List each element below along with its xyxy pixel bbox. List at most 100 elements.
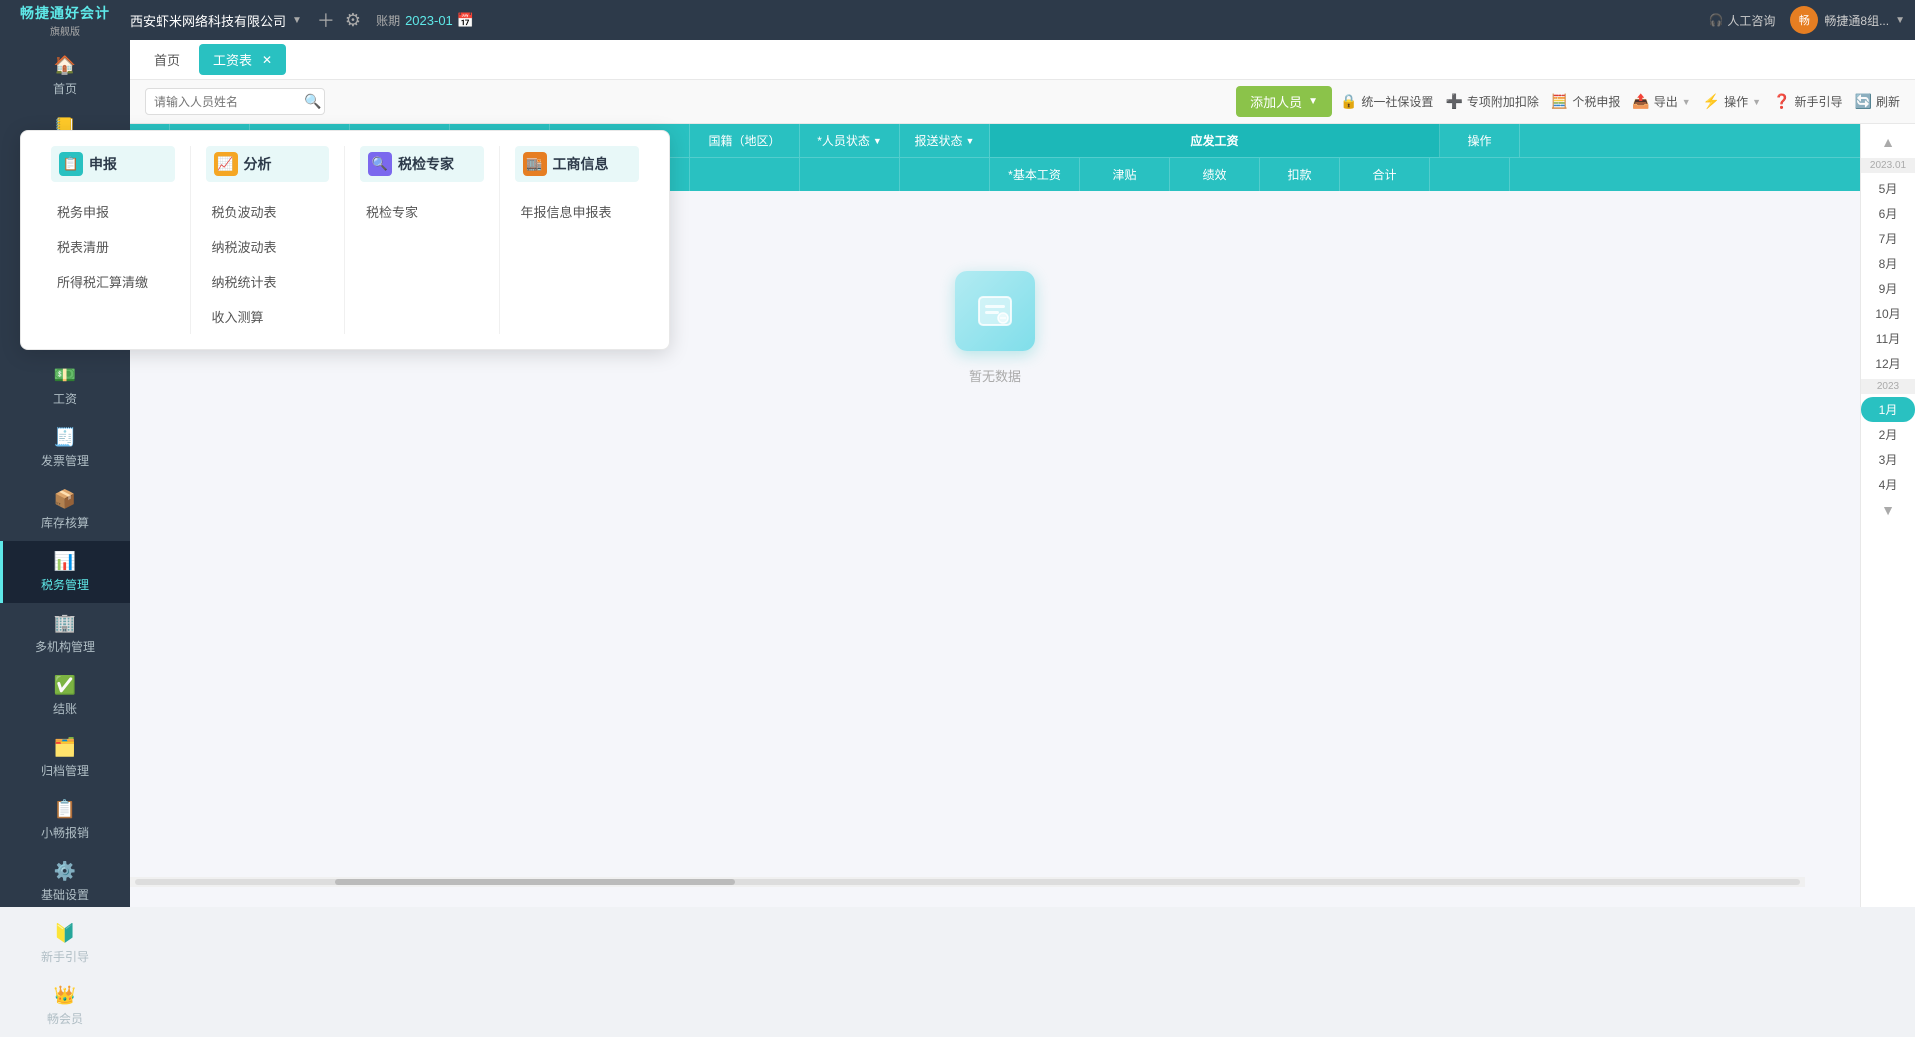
calendar-icon[interactable]: 📅 <box>457 12 474 29</box>
th2-subsidy: 津贴 <box>1080 158 1170 191</box>
dropdown-col-icon-business-info: 🏬 <box>523 152 547 176</box>
year-label-2023[interactable]: 2023.01 <box>1861 158 1915 173</box>
dropdown-item-tax-table[interactable]: 税表清册 <box>51 229 175 264</box>
tab-label-home-tab: 首页 <box>154 50 180 69</box>
toolbar-arrow-operate: ▼ <box>1752 97 1761 107</box>
year-panel-month-11月[interactable]: 11月 <box>1861 326 1915 351</box>
year-label-2023-group[interactable]: 2023 <box>1861 379 1915 394</box>
year-panel-month-12月[interactable]: 12月 <box>1861 351 1915 376</box>
year-panel-month-2023-4月[interactable]: 4月 <box>1861 472 1915 497</box>
toolbar-btn-guide[interactable]: ❓新手引导 <box>1773 93 1842 110</box>
toolbar-arrow-export: ▼ <box>1682 97 1691 107</box>
th-send-status: 报送状态 ▼ <box>900 124 990 157</box>
year-panel-month-10月[interactable]: 10月 <box>1861 301 1915 326</box>
toolbar-icon-special-deduction: ➕ <box>1445 93 1462 110</box>
sidebar-item-guide[interactable]: 🔰新手引导 <box>0 913 130 975</box>
sidebar-label-multi-org: 多机构管理 <box>35 638 95 655</box>
dropdown-item-tax-fluctuation[interactable]: 税负波动表 <box>206 194 330 229</box>
search-wrapper[interactable]: 🔍 <box>145 88 325 115</box>
top-bar-quick-actions: ＋ ⚙ <box>317 7 361 33</box>
th2-operate <box>1430 158 1510 191</box>
sidebar-item-home[interactable]: 🏠首页 <box>0 45 130 107</box>
dropdown-item-tax-declaration[interactable]: 税务申报 <box>51 194 175 229</box>
sidebar-item-wages[interactable]: 💵工资 <box>0 355 130 417</box>
toolbar-btn-refresh[interactable]: 🔄刷新 <box>1855 93 1900 110</box>
chevron-down-icon: ▼ <box>292 15 302 26</box>
th2-performance: 绩效 <box>1170 158 1260 191</box>
app-subtitle: 旗舰版 <box>50 23 80 38</box>
sidebar-label-member: 畅会员 <box>47 1010 83 1027</box>
period-label: 账期 <box>376 12 400 29</box>
year-panel-month-6月[interactable]: 6月 <box>1861 201 1915 226</box>
dropdown-item-annual-report[interactable]: 年报信息申报表 <box>515 194 640 229</box>
add-person-button[interactable]: 添加人员 ▼ <box>1236 86 1332 117</box>
th2-nation <box>690 158 800 191</box>
empty-icon <box>955 271 1035 351</box>
year-panel-month-2023-1月[interactable]: 1月 <box>1861 397 1915 422</box>
search-input[interactable] <box>154 95 304 109</box>
year-panel-down-arrow[interactable]: ▼ <box>1876 497 1900 523</box>
sidebar-item-close-period[interactable]: ✅结账 <box>0 665 130 727</box>
toolbar-actions: 🔒统一社保设置 ➕ 专项附加扣除 🧮个税申报 📤导出▼ ⚡操作▼ ❓新手引导 🔄刷新 <box>1340 93 1900 110</box>
toolbar-btn-personal-tax[interactable]: 🧮个税申报 <box>1551 93 1620 110</box>
sidebar-icon-tax: 📊 <box>54 551 76 572</box>
filter-icon: ▼ <box>873 136 882 146</box>
toolbar-icon-export: 📤 <box>1632 93 1649 110</box>
toolbar-btn-export[interactable]: 📤导出▼ <box>1632 93 1690 110</box>
sidebar-item-member[interactable]: 👑畅会员 <box>0 975 130 1037</box>
sidebar-item-inventory[interactable]: 📦库存核算 <box>0 479 130 541</box>
year-panel-month-5月[interactable]: 5月 <box>1861 176 1915 201</box>
add-icon[interactable]: ＋ <box>317 7 335 33</box>
dropdown-col-analysis: 📈 分析 税负波动表纳税波动表纳税统计表收入测算 <box>191 146 346 334</box>
toolbar-btn-social-security[interactable]: 🔒统一社保设置 <box>1340 93 1433 110</box>
year-panel-up-arrow[interactable]: ▲ <box>1876 129 1900 155</box>
tab-bar: 首页工资表✕ <box>130 40 1915 80</box>
dropdown-item-income-tax-calc[interactable]: 所得税汇算清缴 <box>51 264 175 299</box>
dropdown-col-label-tax-expert: 税检专家 <box>398 154 454 174</box>
sidebar-item-basic-settings[interactable]: ⚙️基础设置 <box>0 851 130 913</box>
year-panel-month-9月[interactable]: 9月 <box>1861 276 1915 301</box>
th2-status <box>800 158 900 191</box>
year-panel-month-2023-3月[interactable]: 3月 <box>1861 447 1915 472</box>
sidebar-item-multi-org[interactable]: 🏢多机构管理 <box>0 603 130 665</box>
dropdown-menu: 📋 申报 税务申报税表清册所得税汇算清缴 📈 分析 税负波动表纳税波动表纳税统计… <box>20 130 670 350</box>
sidebar-label-wages: 工资 <box>53 390 77 407</box>
service-label: 人工咨询 <box>1727 12 1775 29</box>
sidebar-item-xiao-chang[interactable]: 📋小畅报销 <box>0 789 130 851</box>
dropdown-col-icon-declaration: 📋 <box>59 152 83 176</box>
sidebar-label-home: 首页 <box>53 80 77 97</box>
dropdown-item-tax-payment-fluctuation[interactable]: 纳税波动表 <box>206 229 330 264</box>
year-panel-month-8月[interactable]: 8月 <box>1861 251 1915 276</box>
year-panel-month-7月[interactable]: 7月 <box>1861 226 1915 251</box>
sidebar-label-close-period: 结账 <box>53 700 77 717</box>
top-bar-right: 🎧 人工咨询 畅 畅捷通8组... ▼ <box>1708 6 1905 34</box>
th-wages-group-label: 应发工资 <box>990 124 1440 157</box>
sidebar-item-archive[interactable]: 🗂️归档管理 <box>0 727 130 789</box>
bottom-scrollbar[interactable] <box>130 877 1805 887</box>
year-panel-month-2023-2月[interactable]: 2月 <box>1861 422 1915 447</box>
company-selector[interactable]: 西安虾米网络科技有限公司 ▼ <box>130 11 302 30</box>
top-bar: 畅捷通好会计 旗舰版 西安虾米网络科技有限公司 ▼ ＋ ⚙ 账期 2023-01… <box>0 0 1915 40</box>
settings-icon[interactable]: ⚙ <box>345 10 361 31</box>
tab-salary-tab[interactable]: 工资表✕ <box>199 44 286 75</box>
add-person-label: 添加人员 <box>1250 92 1302 111</box>
dropdown-col-label-analysis: 分析 <box>244 154 272 174</box>
dropdown-item-tax-expert-item[interactable]: 税检专家 <box>360 194 484 229</box>
sidebar-item-invoice[interactable]: 🧾发票管理 <box>0 417 130 479</box>
tab-home-tab[interactable]: 首页 <box>140 44 194 75</box>
toolbar-btn-special-deduction[interactable]: ➕ 专项附加扣除 <box>1445 93 1538 110</box>
app-title: 畅捷通好会计 <box>20 3 110 23</box>
user-info[interactable]: 畅 畅捷通8组... ▼ <box>1790 6 1905 34</box>
dropdown-item-income-estimation[interactable]: 收入测算 <box>206 299 330 334</box>
th2-deduction: 扣款 <box>1260 158 1340 191</box>
service-button[interactable]: 🎧 人工咨询 <box>1708 12 1775 29</box>
toolbar-icon-guide: ❓ <box>1773 93 1790 110</box>
sidebar-item-tax[interactable]: 📊税务管理 <box>0 541 130 603</box>
scrollbar-thumb[interactable] <box>335 879 735 885</box>
period-value[interactable]: 2023-01 <box>405 13 453 28</box>
tab-close-salary-tab[interactable]: ✕ <box>262 53 272 67</box>
toolbar-btn-operate[interactable]: ⚡操作▼ <box>1703 93 1761 110</box>
toolbar-label-special-deduction: 专项附加扣除 <box>1467 93 1539 110</box>
dropdown-item-tax-stats[interactable]: 纳税统计表 <box>206 264 330 299</box>
app-logo[interactable]: 畅捷通好会计 旗舰版 <box>10 3 120 38</box>
